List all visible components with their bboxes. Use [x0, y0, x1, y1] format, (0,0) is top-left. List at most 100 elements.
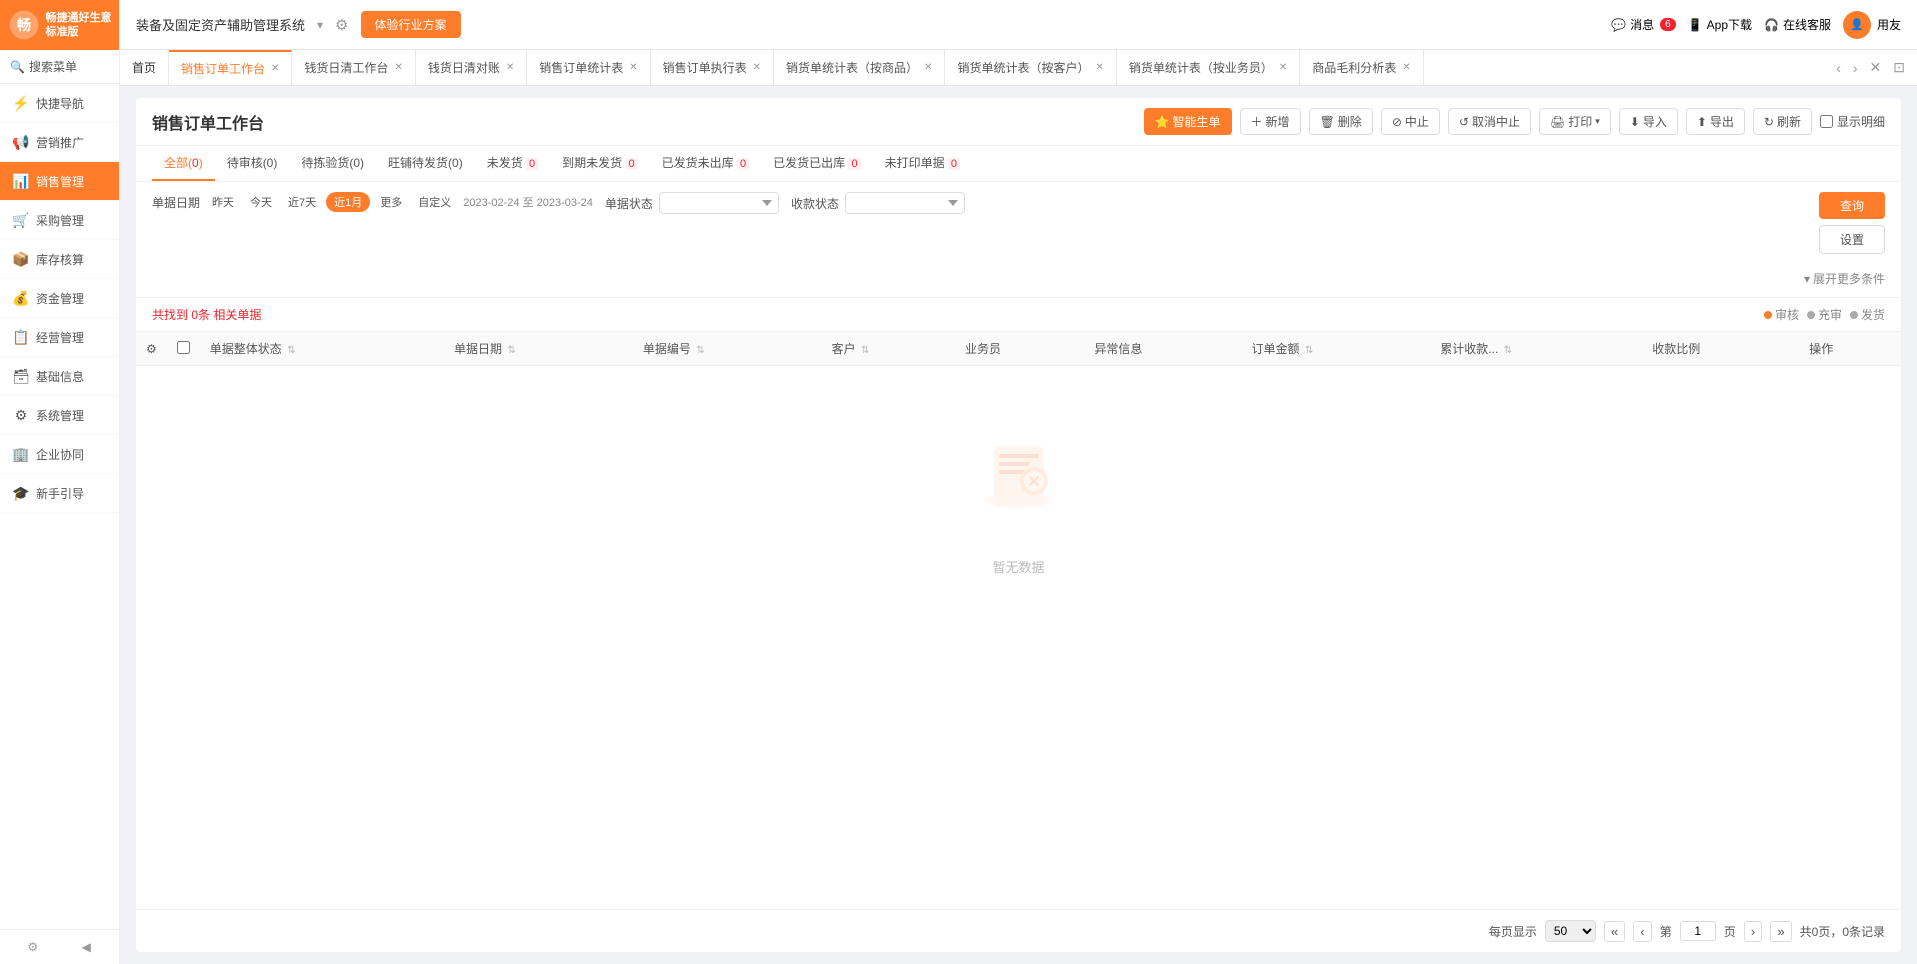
- sidebar-search-menu[interactable]: 🔍 搜索菜单: [0, 50, 119, 84]
- sidebar-item-inventory[interactable]: 📦 库存核算: [0, 240, 119, 279]
- date-btn-today[interactable]: 今天: [244, 192, 278, 212]
- smart-create-button[interactable]: ⭐ 智能生单: [1144, 108, 1232, 135]
- sidebar-item-finance[interactable]: 💰 资金管理: [0, 279, 119, 318]
- sort-customer-icon[interactable]: ⇅: [861, 345, 869, 356]
- sub-tab-not-shipped[interactable]: 未发货 0: [475, 146, 550, 181]
- topbar-app-download[interactable]: 📱 App下载: [1688, 16, 1752, 33]
- topbar-settings-icon[interactable]: ⚙: [335, 16, 348, 34]
- page-number-input[interactable]: [1680, 921, 1716, 941]
- sidebar-item-quicknav[interactable]: ⚡ 快捷导航: [0, 84, 119, 123]
- count-suffix: 相关单据: [213, 308, 261, 322]
- select-all-checkbox[interactable]: [177, 341, 190, 354]
- topbar-dropdown-icon[interactable]: ▾: [317, 18, 323, 32]
- sub-tab-shipped-not-warehouse[interactable]: 已发货未出库 0: [650, 146, 761, 181]
- sort-amount-icon[interactable]: ⇅: [1305, 345, 1313, 356]
- tab-close-sale-stats-staff[interactable]: ✕: [1279, 62, 1287, 73]
- tabbar-expand-btn[interactable]: ⊡: [1889, 57, 1909, 78]
- tabbar-next-btn[interactable]: ›: [1849, 58, 1862, 78]
- filter-expand-btn[interactable]: ▾ 展开更多条件: [1804, 270, 1885, 287]
- first-page-btn[interactable]: «: [1604, 921, 1625, 942]
- topbar-message-action[interactable]: 💬 消息 6: [1611, 16, 1676, 33]
- sub-tab-pending-review[interactable]: 待审核(0): [215, 146, 290, 181]
- date-btn-1month[interactable]: 近1月: [326, 192, 370, 212]
- tab-sale-stats-customer[interactable]: 销货单统计表（按客户） ✕: [945, 50, 1116, 86]
- sidebar-collapse-btn[interactable]: ◀: [64, 940, 110, 954]
- sub-tab-expired-not-shipped[interactable]: 到期未发货 0: [550, 146, 649, 181]
- sub-tab-shipped-out-warehouse[interactable]: 已发货已出库 0: [761, 146, 872, 181]
- sidebar-item-operation[interactable]: 📋 经营管理: [0, 318, 119, 357]
- tab-close-sale-stats-customer[interactable]: ✕: [1095, 62, 1103, 73]
- tab-sales-stats[interactable]: 销售订单统计表 ✕: [527, 50, 650, 86]
- purchase-icon: 🛒: [12, 211, 30, 229]
- tabbar-close-btn[interactable]: ✕: [1866, 57, 1886, 78]
- tab-close-sales-workbench[interactable]: ✕: [271, 63, 279, 74]
- refresh-button[interactable]: ↻ 刷新: [1753, 108, 1812, 135]
- th-checkbox[interactable]: [167, 332, 200, 366]
- tab-home[interactable]: 首页: [120, 50, 169, 86]
- last-page-btn[interactable]: »: [1770, 921, 1791, 942]
- stop-button[interactable]: ⊘ 中止: [1381, 108, 1440, 135]
- tab-sale-stats-customer-label: 销货单统计表（按客户）: [957, 59, 1089, 76]
- sort-status-icon[interactable]: ⇅: [287, 345, 295, 356]
- page-size-select[interactable]: 50 20 100: [1545, 920, 1596, 942]
- prev-page-btn[interactable]: ‹: [1633, 921, 1651, 942]
- status-filter-select[interactable]: [659, 192, 779, 214]
- tab-product-margin[interactable]: 商品毛利分析表 ✕: [1300, 50, 1423, 86]
- payment-filter-select[interactable]: [845, 192, 965, 214]
- topbar-user-menu[interactable]: 👤 用友: [1843, 11, 1901, 39]
- tab-cash-account[interactable]: 钱货日清对账 ✕: [416, 50, 527, 86]
- finance-icon: 💰: [12, 289, 30, 307]
- next-page-btn[interactable]: ›: [1744, 921, 1762, 942]
- sub-tab-pending-inspect[interactable]: 待拣验货(0): [289, 146, 376, 181]
- tab-close-sale-stats-product[interactable]: ✕: [924, 62, 932, 73]
- sidebar-item-base[interactable]: 🗃 基础信息: [0, 357, 119, 396]
- tab-sale-stats-product-label: 销货单统计表（按商品）: [786, 59, 918, 76]
- add-button[interactable]: ＋ 新增: [1240, 108, 1301, 135]
- sub-tab-wangpu-ship[interactable]: 旺铺待发货(0): [376, 146, 475, 181]
- show-detail-checkbox[interactable]: 显示明细: [1820, 113, 1885, 130]
- tab-sales-exec[interactable]: 销售订单执行表 ✕: [651, 50, 774, 86]
- delete-button[interactable]: 🗑 删除: [1309, 108, 1373, 135]
- tab-close-cash-daily[interactable]: ✕: [394, 62, 402, 73]
- date-btn-custom[interactable]: 自定义: [412, 192, 457, 212]
- tab-sale-stats-staff[interactable]: 销货单统计表（按业务员） ✕: [1117, 50, 1300, 86]
- sub-tab-all[interactable]: 全部(0): [152, 146, 215, 181]
- tab-close-sales-stats[interactable]: ✕: [629, 62, 637, 73]
- sub-tab-not-printed[interactable]: 未打印单据 0: [873, 146, 972, 181]
- base-icon: 🗃: [12, 367, 30, 385]
- tab-cash-daily[interactable]: 钱货日清工作台 ✕: [292, 50, 415, 86]
- tabbar-prev-btn[interactable]: ‹: [1832, 58, 1845, 78]
- tab-close-cash-account[interactable]: ✕: [506, 62, 514, 73]
- quick-ship-btn[interactable]: 发货: [1850, 306, 1885, 323]
- tab-sales-workbench[interactable]: 销售订单工作台 ✕: [169, 50, 292, 86]
- tab-close-product-margin[interactable]: ✕: [1402, 62, 1410, 73]
- export-button[interactable]: ⬆ 导出: [1686, 108, 1745, 135]
- sidebar-item-system[interactable]: ⚙ 系统管理: [0, 396, 119, 435]
- topbar-system-title: 装备及固定资产辅助管理系统: [136, 15, 305, 34]
- print-button[interactable]: 🖨 打印 ▾: [1539, 108, 1611, 135]
- tab-sale-stats-product[interactable]: 销货单统计表（按商品） ✕: [774, 50, 945, 86]
- query-button[interactable]: 查询: [1819, 192, 1885, 219]
- sort-number-icon[interactable]: ⇅: [696, 345, 704, 356]
- sidebar-item-purchase[interactable]: 🛒 采购管理: [0, 201, 119, 240]
- sidebar-settings-btn[interactable]: ⚙: [10, 940, 56, 954]
- show-detail-input[interactable]: [1820, 115, 1833, 128]
- sidebar-item-enterprise[interactable]: 🏢 企业协同: [0, 435, 119, 474]
- quick-cancel-btn[interactable]: 充审: [1807, 306, 1842, 323]
- date-btn-7days[interactable]: 近7天: [282, 192, 322, 212]
- sidebar-item-sales[interactable]: 📊 销售管理: [0, 162, 119, 201]
- cancel-stop-button[interactable]: ↺ 取消中止: [1448, 108, 1531, 135]
- sidebar-item-guide[interactable]: 🎓 新手引导: [0, 474, 119, 513]
- date-btn-yesterday[interactable]: 昨天: [206, 192, 240, 212]
- filter-settings-button[interactable]: 设置: [1819, 225, 1885, 254]
- quick-audit-btn[interactable]: 审核: [1764, 306, 1799, 323]
- topbar-solution-button[interactable]: 体验行业方案: [361, 11, 461, 38]
- th-settings[interactable]: ⚙: [136, 332, 167, 366]
- import-button[interactable]: ⬇ 导入: [1619, 108, 1678, 135]
- sort-date-icon[interactable]: ⇅: [507, 345, 515, 356]
- date-btn-more[interactable]: 更多: [374, 192, 408, 212]
- tab-close-sales-exec[interactable]: ✕: [753, 62, 761, 73]
- sort-received-icon[interactable]: ⇅: [1504, 345, 1512, 356]
- topbar-online-service[interactable]: 🎧 在线客服: [1764, 16, 1831, 33]
- sidebar-item-marketing[interactable]: 📢 营销推广: [0, 123, 119, 162]
